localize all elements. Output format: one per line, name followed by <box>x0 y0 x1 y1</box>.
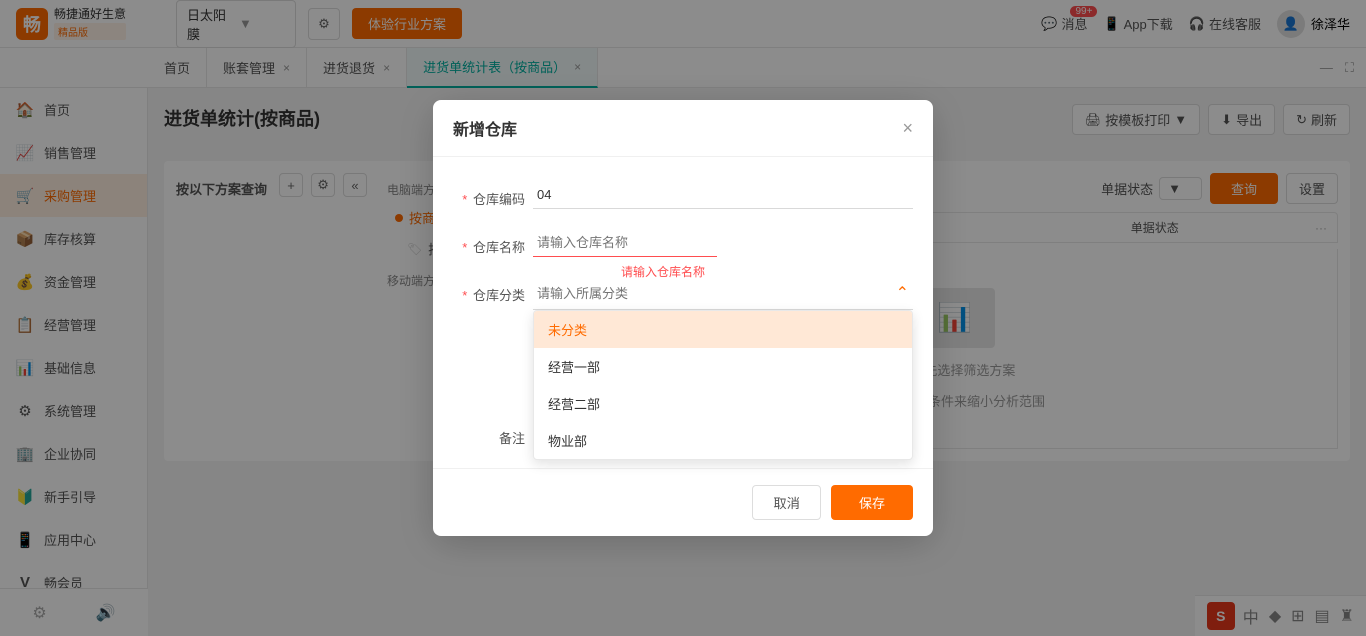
code-input[interactable] <box>533 181 913 209</box>
cancel-button[interactable]: 取消 <box>752 485 821 520</box>
code-label: * 仓库编码 <box>453 181 533 208</box>
modal-overlay[interactable]: 新增仓库 × * 仓库编码 * 仓库名称 请输入仓库名称 <box>0 0 1366 636</box>
category-dropdown-list: 未分类 经营一部 经营二部 物业部 <box>533 310 913 460</box>
dialog-close-button[interactable]: × <box>902 119 913 137</box>
dropdown-item-uncategorized[interactable]: 未分类 <box>534 311 912 348</box>
category-dropdown-trigger[interactable]: ⌃ <box>533 277 913 310</box>
form-row-category: * 仓库分类 ⌃ 未分类 经营一部 经营二部 物业部 <box>453 277 913 310</box>
save-button[interactable]: 保存 <box>831 485 913 520</box>
add-warehouse-dialog: 新增仓库 × * 仓库编码 * 仓库名称 请输入仓库名称 <box>433 100 933 536</box>
dropdown-arrow-icon: ⌃ <box>896 283 909 303</box>
dropdown-item-dept2[interactable]: 经营二部 <box>534 385 912 422</box>
category-input[interactable] <box>537 286 896 301</box>
dialog-header: 新增仓库 × <box>433 100 933 157</box>
name-required-star: * <box>462 240 467 255</box>
form-row-code: * 仓库编码 <box>453 181 913 209</box>
name-field-wrap: 请输入仓库名称 <box>533 229 913 257</box>
name-label: * 仓库名称 <box>453 229 533 256</box>
note-label: 备注 <box>453 420 533 447</box>
dropdown-item-dept1[interactable]: 经营一部 <box>534 348 912 385</box>
dialog-body: * 仓库编码 * 仓库名称 请输入仓库名称 * <box>433 157 933 448</box>
category-field-wrap: ⌃ 未分类 经营一部 经营二部 物业部 <box>533 277 913 310</box>
dialog-title: 新增仓库 <box>453 116 517 140</box>
name-input[interactable] <box>533 229 717 257</box>
form-row-name: * 仓库名称 请输入仓库名称 <box>453 229 913 257</box>
required-star: * <box>462 192 467 207</box>
category-required-star: * <box>462 288 467 303</box>
dialog-footer: 取消 保存 <box>433 468 933 536</box>
dropdown-item-dept3[interactable]: 物业部 <box>534 422 912 459</box>
category-label: * 仓库分类 <box>453 277 533 304</box>
